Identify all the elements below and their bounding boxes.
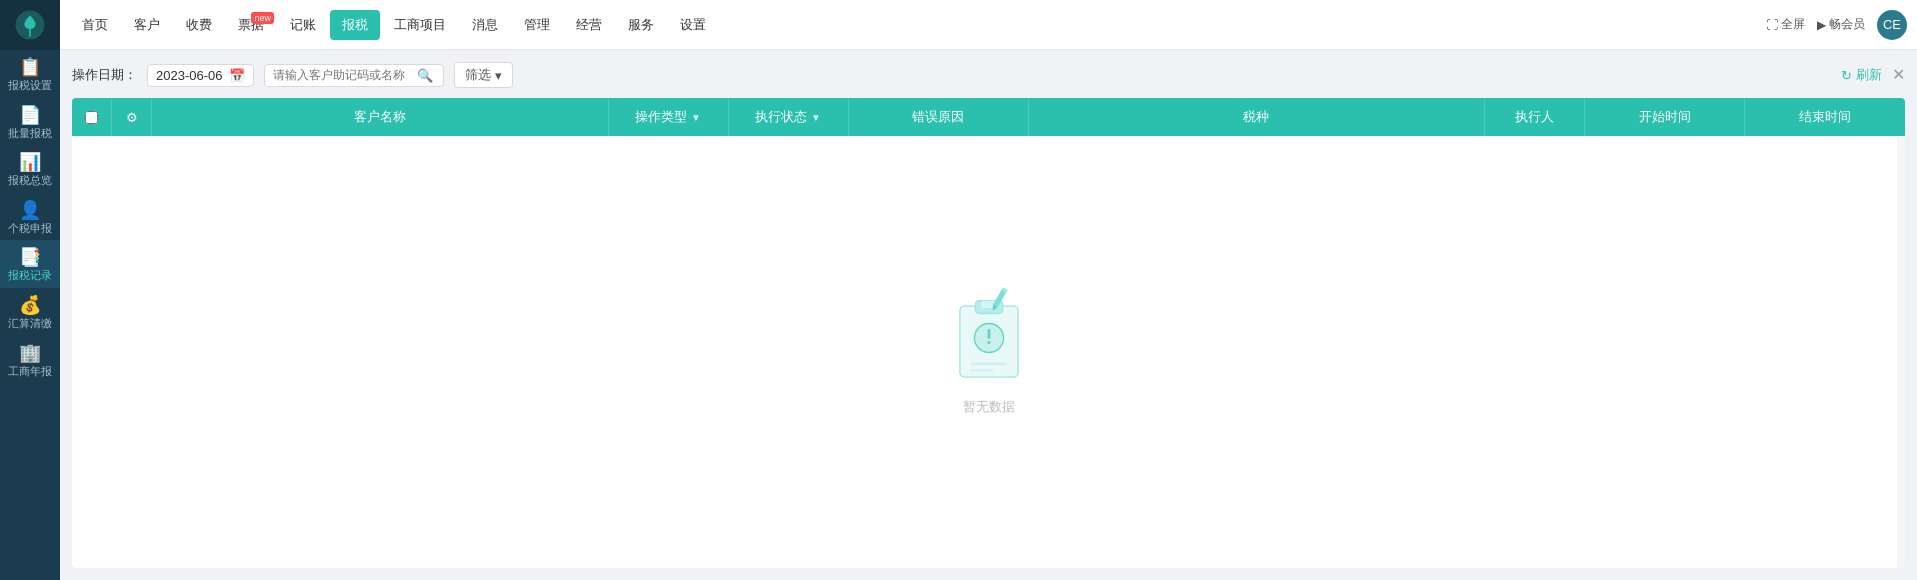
fullscreen-button[interactable]: ⛶ 全屏 [1766, 16, 1805, 33]
th-tax-type: 税种 [1029, 98, 1486, 136]
th-settings: ⚙ [112, 98, 152, 136]
sidebar-item-label: 批量报税 [8, 127, 52, 140]
baoshui-shezhi-icon: 📋 [19, 58, 41, 76]
sidebar: 📋 报税设置 📄 批量报税 📊 报税总览 👤 个税申报 📑 报税记录 💰 汇算清… [0, 0, 60, 580]
nav-shezhi[interactable]: 设置 [668, 10, 718, 40]
search-box: 🔍 [264, 64, 444, 87]
main-area: 首页 客户 收费 票据 new 记账 报税 工商项目 消息 管理 经营 服务 设… [60, 0, 1917, 580]
date-value: 2023-06-06 [156, 68, 223, 83]
sidebar-item-gongshang-nianbao[interactable]: 🏢 工商年报 [0, 336, 60, 384]
nav-xiaoxi[interactable]: 消息 [460, 10, 510, 40]
vip-button[interactable]: ▶ 畅会员 [1817, 16, 1865, 33]
gongshang-icon: 🏢 [19, 344, 41, 362]
baoshui-jilu-icon: 📑 [19, 248, 41, 266]
content: 操作日期： 2023-06-06 📅 🔍 筛选 ▾ ↻ 刷新 ✕ [60, 50, 1917, 580]
nav-home[interactable]: 首页 [70, 10, 120, 40]
vip-label: 畅会员 [1829, 16, 1865, 33]
sidebar-item-label: 工商年报 [8, 365, 52, 378]
search-input[interactable] [273, 68, 413, 82]
sidebar-item-huisuan-jiaona[interactable]: 💰 汇算清缴 [0, 288, 60, 336]
filter-label: 筛选 [465, 66, 491, 84]
empty-state: 暂无数据 [939, 288, 1039, 416]
topnav-right: ⛶ 全屏 ▶ 畅会员 CE [1766, 10, 1907, 40]
fullscreen-icon: ⛶ [1766, 18, 1778, 32]
svg-point-6 [987, 341, 990, 344]
sort-icon: ▼ [811, 112, 821, 123]
th-error-reason: 错误原因 [849, 98, 1029, 136]
table-container: ⚙ 客户名称 操作类型 ▼ 执行状态 ▼ 错误原因 税种 [72, 98, 1905, 568]
table-body: 暂无数据 [72, 136, 1905, 568]
th-operation-type[interactable]: 操作类型 ▼ [609, 98, 729, 136]
nav-items: 首页 客户 收费 票据 new 记账 报税 工商项目 消息 管理 经营 服务 设… [70, 10, 1766, 40]
nav-piao[interactable]: 票据 new [226, 10, 276, 40]
baoshui-zongjian-icon: 📊 [19, 153, 41, 171]
sort-icon: ▼ [691, 112, 701, 123]
sidebar-item-geshui-shenbao[interactable]: 👤 个税申报 [0, 193, 60, 241]
empty-text: 暂无数据 [963, 398, 1015, 416]
nav-shoufei[interactable]: 收费 [174, 10, 224, 40]
fullscreen-label: 全屏 [1781, 16, 1805, 33]
sidebar-item-baoshui-shezhi[interactable]: 📋 报税设置 [0, 50, 60, 98]
vip-icon: ▶ [1817, 18, 1826, 32]
sidebar-item-label: 个税申报 [8, 222, 52, 235]
th-checkbox[interactable] [72, 98, 112, 136]
sidebar-item-label: 报税设置 [8, 79, 52, 92]
th-customer-name: 客户名称 [152, 98, 609, 136]
sidebar-item-baoshui-jilu[interactable]: 📑 报税记录 [0, 240, 60, 288]
date-picker[interactable]: 2023-06-06 📅 [147, 64, 254, 87]
geshui-icon: 👤 [19, 201, 41, 219]
nav-baoshui[interactable]: 报税 [330, 10, 380, 40]
svg-rect-11 [970, 369, 993, 372]
search-icon[interactable]: 🔍 [417, 68, 433, 83]
topnav: 首页 客户 收费 票据 new 记账 报税 工商项目 消息 管理 经营 服务 设… [60, 0, 1917, 50]
date-label: 操作日期： [72, 66, 137, 84]
svg-rect-5 [987, 329, 990, 339]
new-badge: new [251, 12, 274, 25]
nav-jingying[interactable]: 经营 [564, 10, 614, 40]
svg-rect-10 [970, 363, 1006, 366]
sidebar-item-piliang-baoshui[interactable]: 📄 批量报税 [0, 98, 60, 146]
close-button[interactable]: ✕ [1892, 67, 1905, 83]
th-start-time: 开始时间 [1585, 98, 1745, 136]
logo [0, 0, 60, 50]
refresh-button[interactable]: ↻ 刷新 [1841, 66, 1882, 84]
nav-customer[interactable]: 客户 [122, 10, 172, 40]
sidebar-item-label: 报税总览 [8, 174, 52, 187]
calendar-icon: 📅 [229, 68, 245, 83]
refresh-label: 刷新 [1856, 66, 1882, 84]
nav-fuwu[interactable]: 服务 [616, 10, 666, 40]
chevron-down-icon: ▾ [495, 68, 502, 83]
scroll-track[interactable] [1897, 136, 1905, 568]
settings-icon[interactable]: ⚙ [126, 110, 138, 125]
sidebar-item-label: 汇算清缴 [8, 317, 52, 330]
huisuan-icon: 💰 [19, 296, 41, 314]
sidebar-item-label: 报税记录 [8, 269, 52, 282]
empty-illustration [939, 288, 1039, 388]
filter-button[interactable]: 筛选 ▾ [454, 62, 513, 88]
th-executor: 执行人 [1485, 98, 1585, 136]
table-header: ⚙ 客户名称 操作类型 ▼ 执行状态 ▼ 错误原因 税种 [72, 98, 1905, 136]
select-all-checkbox[interactable] [85, 111, 98, 124]
sidebar-item-baoshui-zongjian[interactable]: 📊 报税总览 [0, 145, 60, 193]
th-exec-status[interactable]: 执行状态 ▼ [729, 98, 849, 136]
piliang-baoshui-icon: 📄 [19, 106, 41, 124]
nav-guanli[interactable]: 管理 [512, 10, 562, 40]
refresh-icon: ↻ [1841, 68, 1852, 83]
avatar[interactable]: CE [1877, 10, 1907, 40]
th-end-time: 结束时间 [1745, 98, 1905, 136]
nav-gongshang[interactable]: 工商项目 [382, 10, 458, 40]
nav-jizhang[interactable]: 记账 [278, 10, 328, 40]
toolbar: 操作日期： 2023-06-06 📅 🔍 筛选 ▾ ↻ 刷新 ✕ [72, 62, 1905, 88]
